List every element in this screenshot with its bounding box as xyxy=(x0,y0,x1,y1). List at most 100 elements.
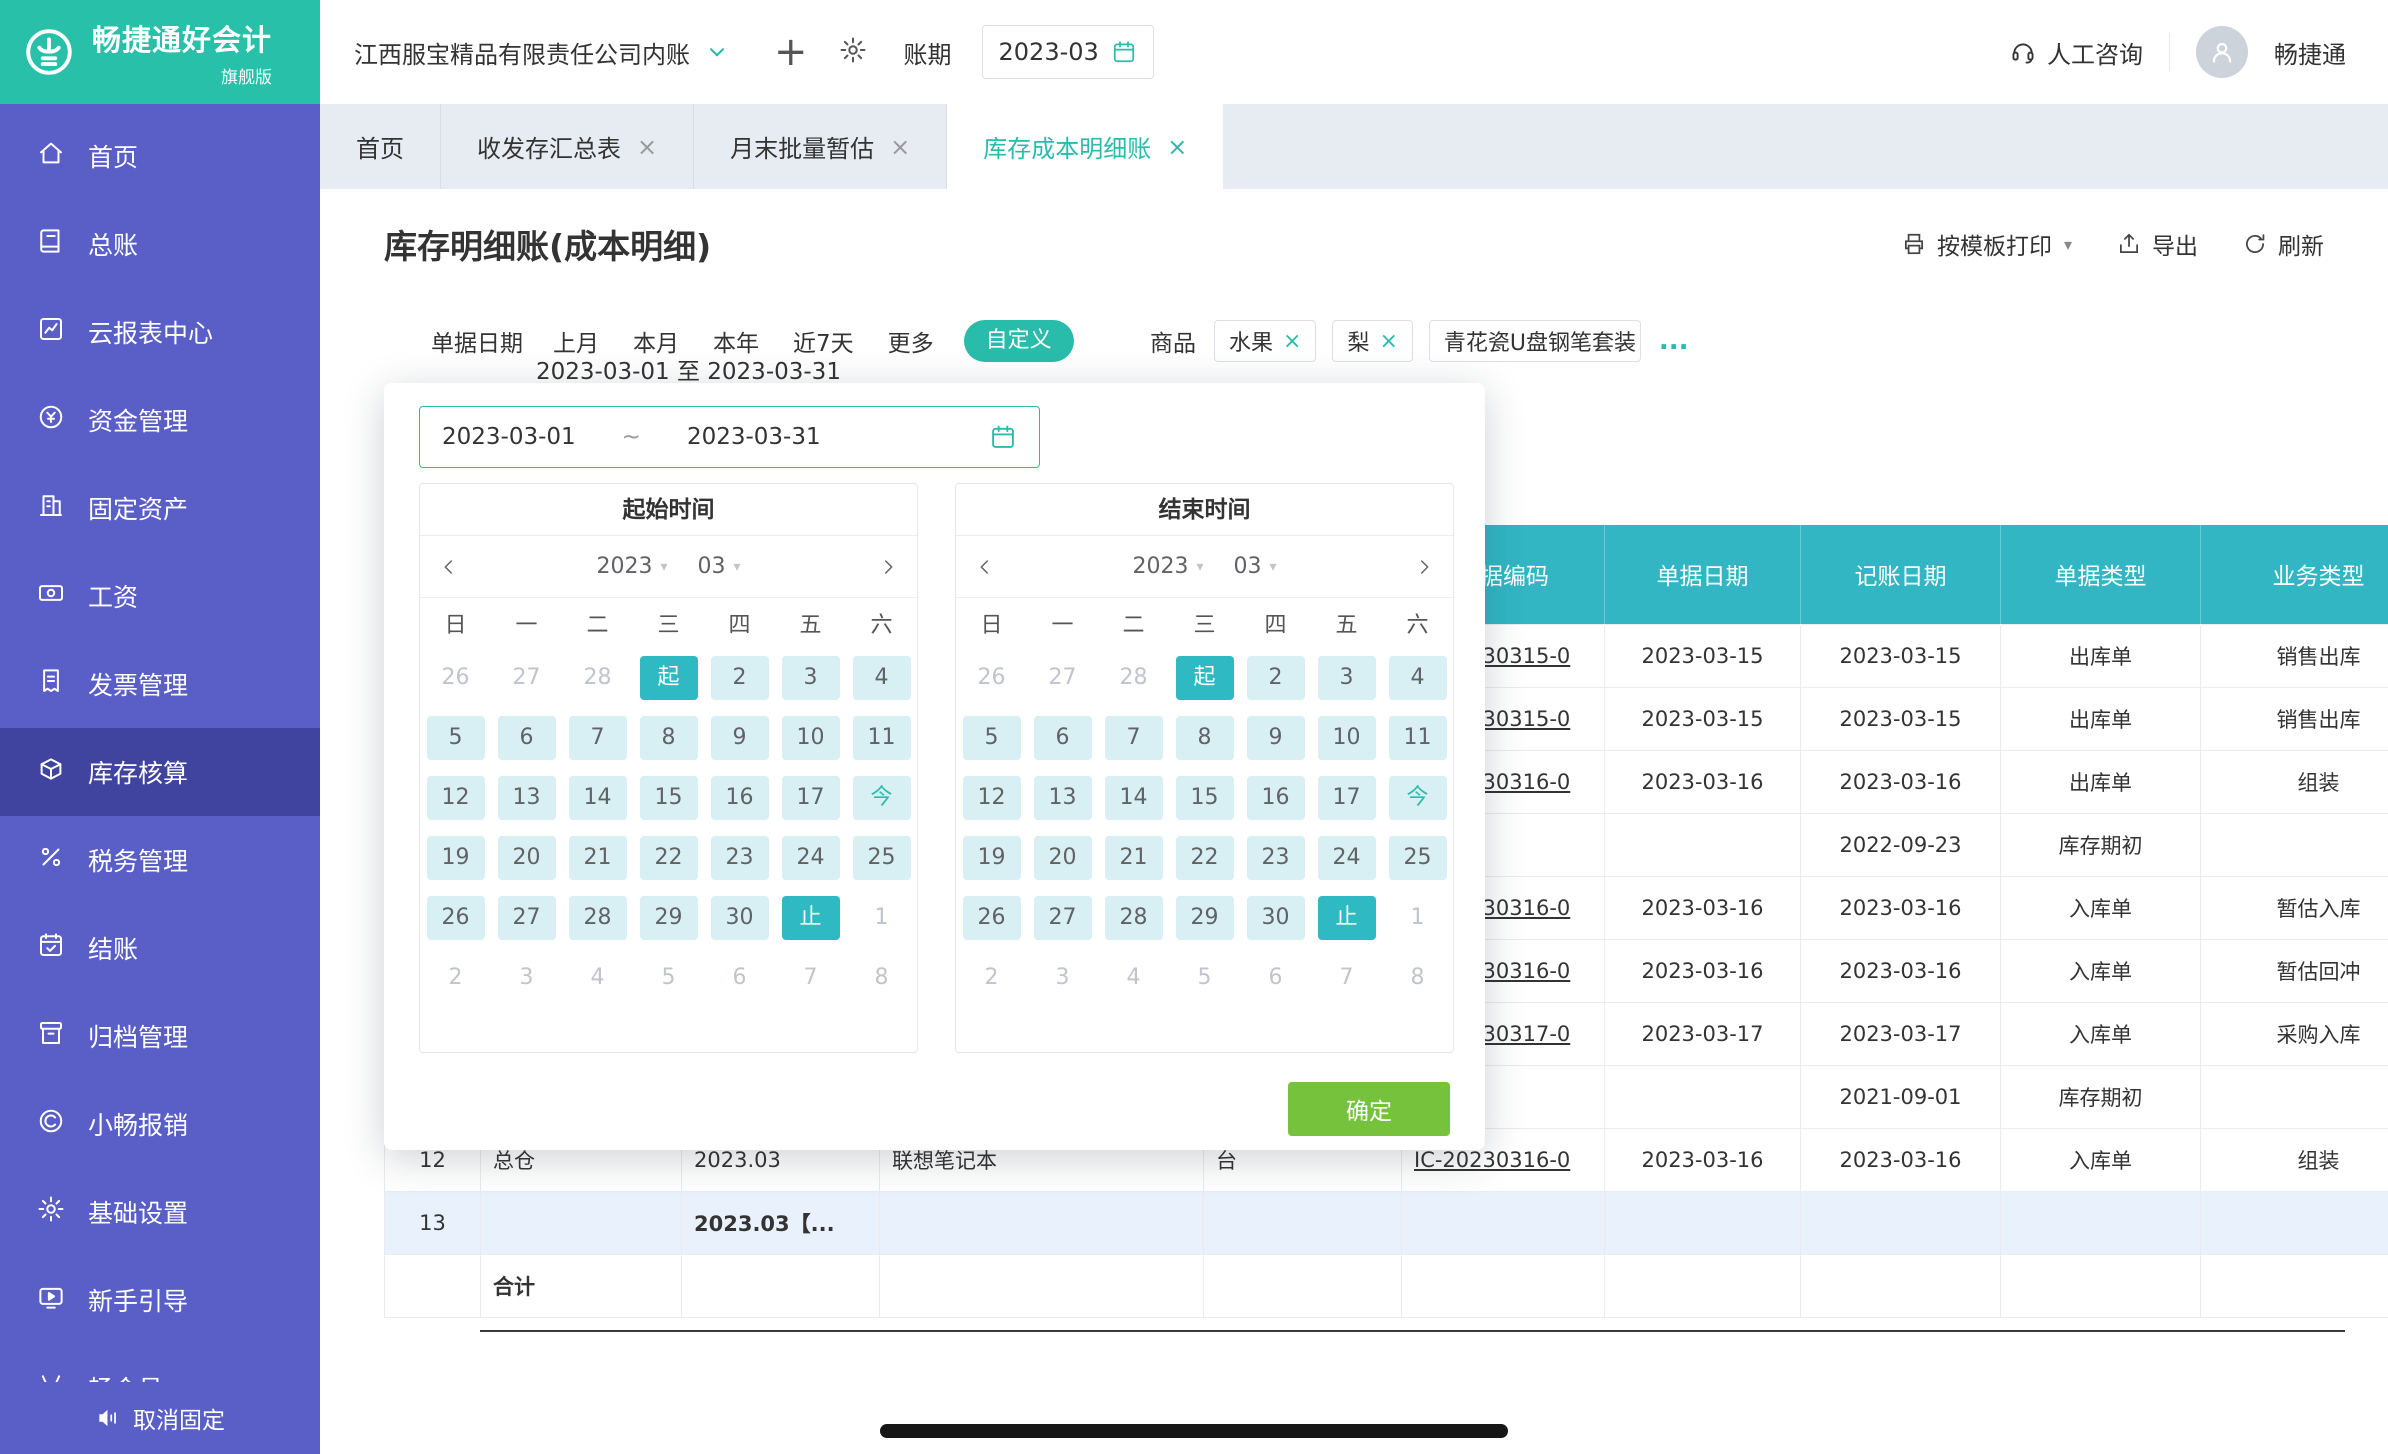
prev-month-icon[interactable] xyxy=(438,556,460,578)
calendar-day[interactable]: 10 xyxy=(1311,708,1382,768)
calendar-day[interactable]: 6 xyxy=(1027,708,1098,768)
calendar-day[interactable]: 17 xyxy=(775,768,846,828)
sidebar-item-tax[interactable]: 税务管理 xyxy=(0,816,320,904)
calendar-day[interactable]: 30 xyxy=(1240,888,1311,948)
calendar-day[interactable]: 28 xyxy=(562,648,633,708)
calendar-day[interactable]: 21 xyxy=(1098,828,1169,888)
calendar-day[interactable]: 今 xyxy=(1382,768,1453,828)
calendar-day[interactable]: 7 xyxy=(1311,948,1382,1008)
sidebar-item-settings[interactable]: 基础设置 xyxy=(0,1168,320,1256)
calendar-day[interactable]: 2 xyxy=(956,948,1027,1008)
calendar-day[interactable]: 2 xyxy=(704,648,775,708)
calendar-day[interactable]: 29 xyxy=(633,888,704,948)
calendar-day[interactable]: 止 xyxy=(775,888,846,948)
calendar-day[interactable]: 4 xyxy=(562,948,633,1008)
calendar-day[interactable]: 20 xyxy=(1027,828,1098,888)
calendar-day[interactable]: 16 xyxy=(704,768,775,828)
calendar-day[interactable]: 9 xyxy=(1240,708,1311,768)
calendar-day[interactable]: 2 xyxy=(1240,648,1311,708)
calendar-day[interactable]: 22 xyxy=(633,828,704,888)
calendar-day[interactable]: 8 xyxy=(846,948,917,1008)
calendar-day[interactable]: 28 xyxy=(1098,888,1169,948)
calendar-day[interactable]: 11 xyxy=(846,708,917,768)
calendar-day[interactable]: 23 xyxy=(704,828,775,888)
calendar-day[interactable]: 7 xyxy=(562,708,633,768)
calendar-day[interactable]: 14 xyxy=(562,768,633,828)
calendar-day[interactable]: 11 xyxy=(1382,708,1453,768)
calendar-day[interactable]: 今 xyxy=(846,768,917,828)
calendar-day[interactable]: 19 xyxy=(956,828,1027,888)
calendar-day[interactable]: 起 xyxy=(633,648,704,708)
company-select[interactable]: 江西服宝精品有限责任公司内账 xyxy=(354,35,730,70)
support-button[interactable]: 人工咨询 xyxy=(2009,35,2143,70)
calendar-day[interactable]: 1 xyxy=(1382,888,1453,948)
add-button[interactable]: + xyxy=(774,32,808,72)
sidebar-item-cloud-reports[interactable]: 云报表中心 xyxy=(0,288,320,376)
tab-in-out-summary[interactable]: 收发存汇总表 × xyxy=(441,104,695,189)
next-month-icon[interactable] xyxy=(877,556,899,578)
remove-tag-icon[interactable]: × xyxy=(1283,329,1301,354)
calendar-day[interactable]: 5 xyxy=(1169,948,1240,1008)
calendar-day[interactable]: 19 xyxy=(420,828,491,888)
calendar-day[interactable]: 4 xyxy=(1382,648,1453,708)
month-select[interactable]: 03 ▾ xyxy=(1234,554,1277,579)
calendar-day[interactable]: 13 xyxy=(1027,768,1098,828)
calendar-day[interactable]: 27 xyxy=(1027,648,1098,708)
year-select[interactable]: 2023 ▾ xyxy=(1132,554,1203,579)
sidebar-item-closing[interactable]: 结账 xyxy=(0,904,320,992)
calendar-day[interactable]: 13 xyxy=(491,768,562,828)
calendar-day[interactable]: 26 xyxy=(420,888,491,948)
calendar-day[interactable]: 6 xyxy=(704,948,775,1008)
calendar-day[interactable]: 28 xyxy=(562,888,633,948)
calendar-day[interactable]: 15 xyxy=(1169,768,1240,828)
calendar-day[interactable]: 5 xyxy=(956,708,1027,768)
sidebar-item-payroll[interactable]: 工资 xyxy=(0,552,320,640)
sidebar-item-guide[interactable]: 新手引导 xyxy=(0,1256,320,1344)
sidebar-item-archive[interactable]: 归档管理 xyxy=(0,992,320,1080)
calendar-day[interactable]: 8 xyxy=(633,708,704,768)
calendar-day[interactable]: 20 xyxy=(491,828,562,888)
period-picker[interactable]: 2023-03 xyxy=(981,25,1154,79)
calendar-day[interactable]: 10 xyxy=(775,708,846,768)
year-select[interactable]: 2023 ▾ xyxy=(596,554,667,579)
calendar-day[interactable]: 9 xyxy=(704,708,775,768)
prev-month-icon[interactable] xyxy=(974,556,996,578)
calendar-day[interactable]: 25 xyxy=(846,828,917,888)
calendar-day[interactable]: 21 xyxy=(562,828,633,888)
calendar-day[interactable]: 12 xyxy=(420,768,491,828)
calendar-day[interactable]: 止 xyxy=(1311,888,1382,948)
calendar-day[interactable]: 3 xyxy=(491,948,562,1008)
calendar-day[interactable]: 7 xyxy=(1098,708,1169,768)
export-button[interactable]: 导出 xyxy=(2116,227,2198,261)
settings-gear-button[interactable] xyxy=(838,35,868,69)
sidebar-item-inventory[interactable]: 库存核算 xyxy=(0,728,320,816)
calendar-day[interactable]: 2 xyxy=(420,948,491,1008)
calendar-day[interactable]: 27 xyxy=(491,888,562,948)
sidebar-item-funds[interactable]: 资金管理 xyxy=(0,376,320,464)
confirm-button[interactable]: 确定 xyxy=(1288,1082,1450,1136)
quick-filter-button[interactable]: 更多 xyxy=(888,324,934,358)
tab-close-icon[interactable]: × xyxy=(890,133,910,161)
sidebar-item-fixed-assets[interactable]: 固定资产 xyxy=(0,464,320,552)
calendar-day[interactable]: 16 xyxy=(1240,768,1311,828)
refresh-button[interactable]: 刷新 xyxy=(2242,227,2324,261)
calendar-day[interactable]: 29 xyxy=(1169,888,1240,948)
tab-close-icon[interactable]: × xyxy=(637,133,657,161)
tab-close-icon[interactable]: × xyxy=(1167,133,1187,161)
calendar-day[interactable]: 4 xyxy=(1098,948,1169,1008)
print-by-template-button[interactable]: 按模板打印 ▾ xyxy=(1901,227,2072,261)
calendar-day[interactable]: 14 xyxy=(1098,768,1169,828)
calendar-day[interactable]: 1 xyxy=(846,888,917,948)
calendar-day[interactable]: 3 xyxy=(1311,648,1382,708)
more-tags-button[interactable]: ... xyxy=(1659,326,1689,356)
calendar-day[interactable]: 17 xyxy=(1311,768,1382,828)
sidebar-item-reimburse[interactable]: 小畅报销 xyxy=(0,1080,320,1168)
calendar-day[interactable]: 15 xyxy=(633,768,704,828)
date-range-input[interactable]: 2023-03-01 ~ 2023-03-31 xyxy=(419,406,1040,468)
calendar-day[interactable]: 25 xyxy=(1382,828,1453,888)
unpin-sidebar-button[interactable]: 取消固定 xyxy=(0,1382,320,1454)
month-select[interactable]: 03 ▾ xyxy=(698,554,741,579)
calendar-day[interactable]: 22 xyxy=(1169,828,1240,888)
calendar-day[interactable]: 23 xyxy=(1240,828,1311,888)
horizontal-scrollbar[interactable] xyxy=(880,1424,1508,1438)
